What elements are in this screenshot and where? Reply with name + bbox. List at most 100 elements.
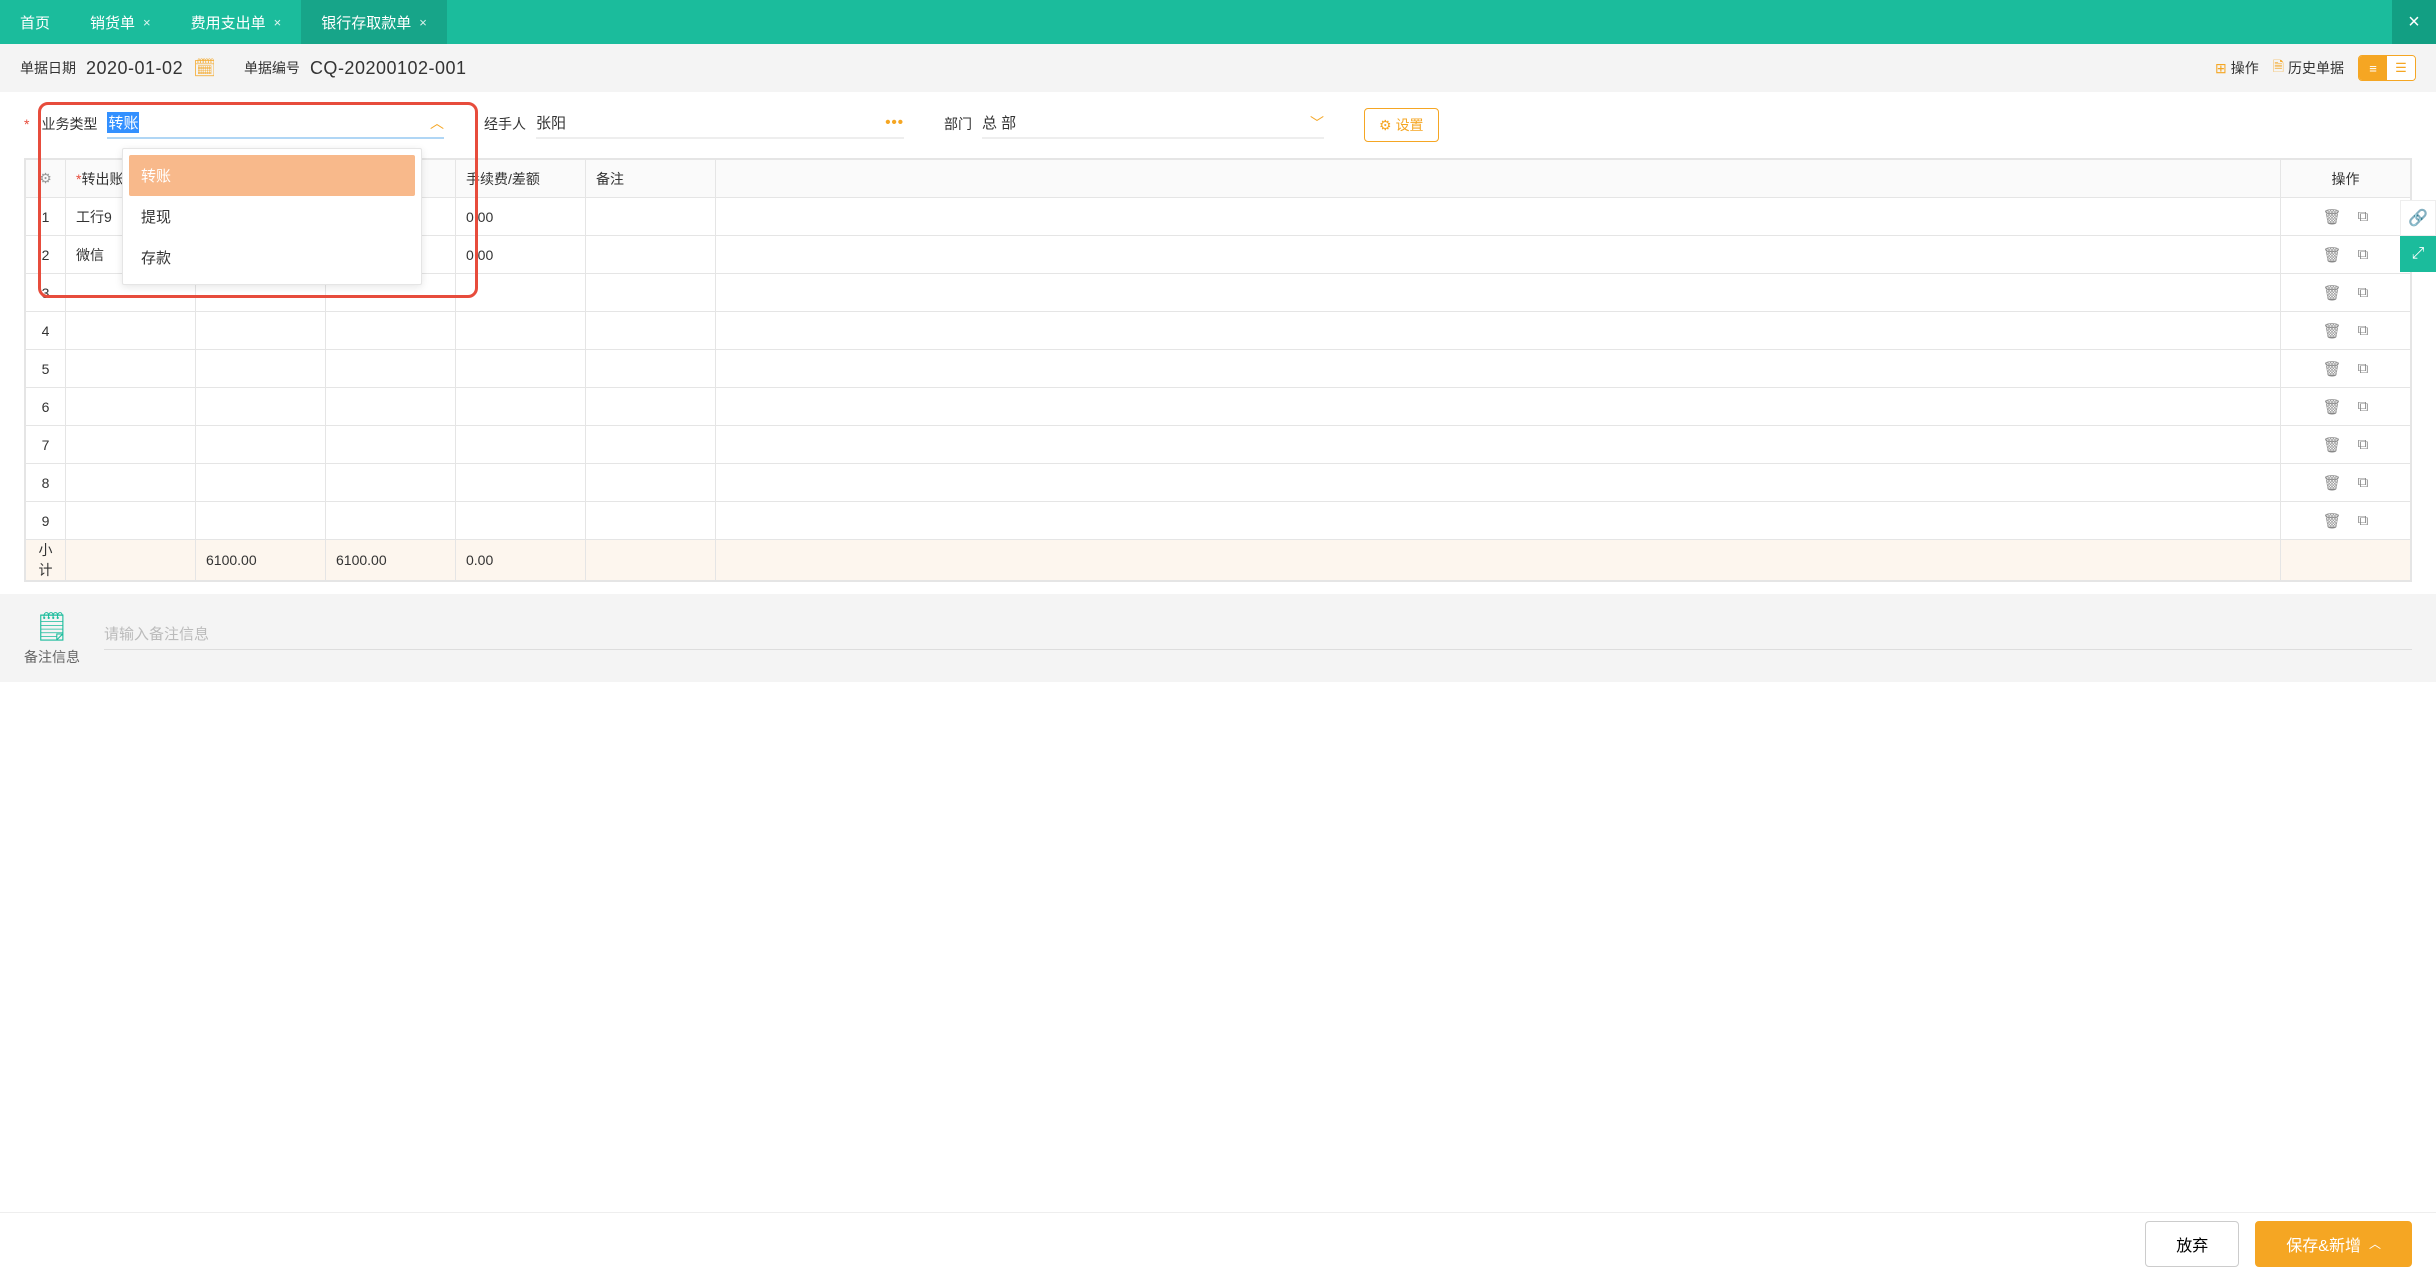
copy-row-icon[interactable]: ⧉ — [2358, 398, 2369, 416]
attachment-icon[interactable]: 🔗 — [2400, 200, 2436, 236]
calendar-icon[interactable]: 🗓 — [193, 58, 216, 79]
cell-fee[interactable] — [456, 312, 586, 350]
option-deposit[interactable]: 存款 — [129, 237, 415, 278]
field-handler: 经手人 张阳 ••• — [484, 108, 904, 139]
cell-in-amt[interactable] — [326, 312, 456, 350]
cell-out-acct[interactable] — [66, 502, 196, 540]
biz-type-select[interactable]: 转账 ︿ — [107, 108, 444, 139]
cell-out-amt[interactable] — [196, 350, 326, 388]
close-icon[interactable]: × — [419, 15, 427, 30]
cell-in-amt[interactable] — [326, 464, 456, 502]
cell-fee[interactable] — [456, 464, 586, 502]
close-icon[interactable]: × — [274, 15, 282, 30]
cell-in-amt[interactable] — [326, 426, 456, 464]
tab-bank[interactable]: 银行存取款单× — [301, 0, 447, 44]
copy-row-icon[interactable]: ⧉ — [2358, 246, 2369, 264]
tab-sales[interactable]: 销货单× — [70, 0, 171, 44]
cell-out-amt[interactable] — [196, 312, 326, 350]
cell-actions: 🗑⧉ — [2281, 464, 2411, 502]
copy-row-icon[interactable]: ⧉ — [2358, 284, 2369, 302]
expand-icon[interactable]: ⤢ — [2400, 236, 2436, 272]
table-row[interactable]: 7🗑⧉ — [26, 426, 2411, 464]
footer-bar: 放弃 保存&新增 ︿ — [0, 1212, 2436, 1274]
table-row[interactable]: 6🗑⧉ — [26, 388, 2411, 426]
cell-in-amt[interactable] — [326, 388, 456, 426]
delete-row-icon[interactable]: 🗑 — [2323, 246, 2342, 264]
table-row[interactable]: 4🗑⧉ — [26, 312, 2411, 350]
remark-label-block: 🗒 备注信息 — [24, 610, 80, 667]
copy-row-icon[interactable]: ⧉ — [2358, 474, 2369, 492]
cell-out-amt[interactable] — [196, 502, 326, 540]
doc-no-value: CQ-20200102-001 — [310, 58, 467, 79]
delete-row-icon[interactable]: 🗑 — [2323, 360, 2342, 378]
remark-bar: 🗒 备注信息 — [0, 594, 2436, 682]
cell-fee[interactable]: 0.00 — [456, 236, 586, 274]
actions-menu[interactable]: ⊞操作 — [2215, 58, 2259, 78]
copy-row-icon[interactable]: ⧉ — [2358, 322, 2369, 340]
copy-row-icon[interactable]: ⧉ — [2358, 512, 2369, 530]
cell-out-acct[interactable] — [66, 312, 196, 350]
view-list-b[interactable]: ☰ — [2387, 56, 2415, 80]
cell-out-acct[interactable] — [66, 388, 196, 426]
history-link[interactable]: 🗎历史单据 — [2273, 56, 2344, 80]
cell-fee[interactable]: 0.00 — [456, 198, 586, 236]
cell-fee[interactable] — [456, 274, 586, 312]
delete-row-icon[interactable]: 🗑 — [2323, 474, 2342, 492]
date-value[interactable]: 2020-01-02 — [86, 58, 183, 79]
cell-remark[interactable] — [586, 236, 716, 274]
cell-fee[interactable] — [456, 502, 586, 540]
cell-actions: 🗑⧉ — [2281, 198, 2411, 236]
meta-bar: 单据日期 2020-01-02 🗓 单据编号 CQ-20200102-001 ⊞… — [0, 44, 2436, 92]
save-and-new-button[interactable]: 保存&新增 ︿ — [2255, 1221, 2412, 1267]
cell-out-acct[interactable] — [66, 464, 196, 502]
tab-home[interactable]: 首页 — [0, 0, 70, 44]
table-row[interactable]: 8🗑⧉ — [26, 464, 2411, 502]
cell-remark[interactable] — [586, 274, 716, 312]
remark-input[interactable] — [104, 626, 2412, 643]
delete-row-icon[interactable]: 🗑 — [2323, 398, 2342, 416]
cell-remark[interactable] — [586, 388, 716, 426]
cell-out-acct[interactable] — [66, 350, 196, 388]
cell-fee[interactable] — [456, 426, 586, 464]
tab-expense[interactable]: 费用支出单× — [171, 0, 302, 44]
cell-remark[interactable] — [586, 464, 716, 502]
cell-remark[interactable] — [586, 426, 716, 464]
table-row[interactable]: 9🗑⧉ — [26, 502, 2411, 540]
cell-remark[interactable] — [586, 502, 716, 540]
biz-type-label: 业务类型 — [41, 114, 97, 134]
delete-row-icon[interactable]: 🗑 — [2323, 322, 2342, 340]
cell-remark[interactable] — [586, 198, 716, 236]
delete-row-icon[interactable]: 🗑 — [2323, 284, 2342, 302]
cell-fee[interactable] — [456, 350, 586, 388]
close-all-icon[interactable]: × — [2392, 0, 2436, 44]
cell-fee[interactable] — [456, 388, 586, 426]
doc-no-label: 单据编号 — [244, 58, 300, 78]
row-index: 3 — [26, 274, 66, 312]
option-transfer[interactable]: 转账 — [129, 155, 415, 196]
cell-out-amt[interactable] — [196, 464, 326, 502]
copy-row-icon[interactable]: ⧉ — [2358, 360, 2369, 378]
cell-in-amt[interactable] — [326, 502, 456, 540]
handler-select[interactable]: 张阳 ••• — [536, 108, 904, 139]
copy-row-icon[interactable]: ⧉ — [2358, 208, 2369, 226]
settings-button[interactable]: ⚙ 设置 — [1364, 108, 1439, 142]
cell-actions: 🗑⧉ — [2281, 502, 2411, 540]
cell-remark[interactable] — [586, 350, 716, 388]
gear-header[interactable]: ⚙ — [26, 160, 66, 198]
option-withdraw[interactable]: 提现 — [129, 196, 415, 237]
view-list-a[interactable]: ≡ — [2359, 56, 2387, 80]
dept-select[interactable]: 总 部 ﹀ — [982, 108, 1324, 139]
cell-in-amt[interactable] — [326, 350, 456, 388]
table-row[interactable]: 5🗑⧉ — [26, 350, 2411, 388]
cell-remark[interactable] — [586, 312, 716, 350]
cell-out-amt[interactable] — [196, 426, 326, 464]
copy-row-icon[interactable]: ⧉ — [2358, 436, 2369, 454]
th-action: 操作 — [2281, 160, 2411, 198]
delete-row-icon[interactable]: 🗑 — [2323, 436, 2342, 454]
cell-out-acct[interactable] — [66, 426, 196, 464]
delete-row-icon[interactable]: 🗑 — [2323, 512, 2342, 530]
close-icon[interactable]: × — [143, 15, 151, 30]
delete-row-icon[interactable]: 🗑 — [2323, 208, 2342, 226]
discard-button[interactable]: 放弃 — [2145, 1221, 2239, 1267]
cell-out-amt[interactable] — [196, 388, 326, 426]
